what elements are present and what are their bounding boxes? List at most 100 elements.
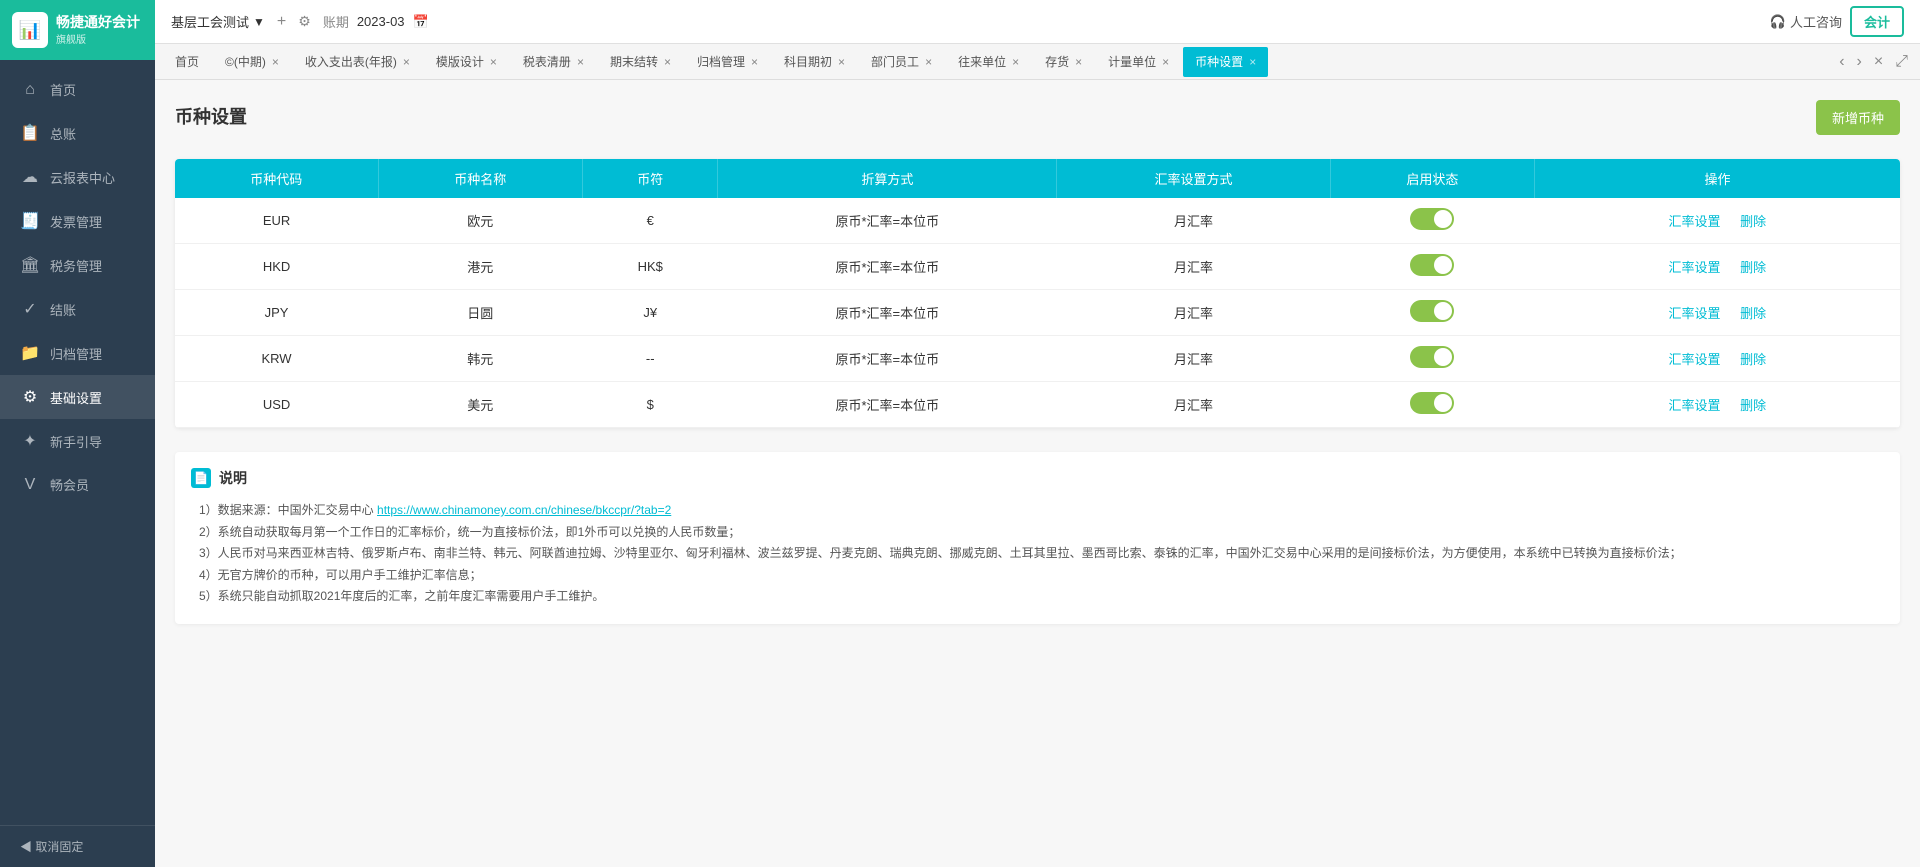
toggle-0[interactable] — [1410, 208, 1454, 230]
guide-icon: ✦ — [20, 431, 40, 451]
sidebar-item-guide-label: 新手引导 — [50, 432, 102, 451]
col-code: 币种代码 — [175, 159, 378, 198]
sidebar-item-member-label: 畅会员 — [50, 475, 89, 494]
delete-link-2[interactable]: 删除 — [1740, 306, 1766, 321]
rate-setting-link-3[interactable]: 汇率设置 — [1668, 352, 1720, 367]
tab-dept[interactable]: 部门员工 × — [859, 47, 944, 77]
tab-period-end-close[interactable]: × — [664, 55, 671, 69]
calendar-icon[interactable]: 📅 — [413, 14, 429, 30]
tab-tax-close[interactable]: × — [577, 55, 584, 69]
tab-mid-close[interactable]: × — [272, 55, 279, 69]
company-dropdown-icon[interactable]: ▼ — [253, 15, 265, 29]
rate-setting-link-1[interactable]: 汇率设置 — [1668, 260, 1720, 275]
toggle-2[interactable] — [1410, 300, 1454, 322]
cell-conversion-4: 原币*汇率=本位币 — [718, 382, 1057, 428]
toggle-3[interactable] — [1410, 346, 1454, 368]
cell-code-0: EUR — [175, 198, 378, 244]
tab-unit[interactable]: 计量单位 × — [1096, 47, 1181, 77]
notes-item-4: 5）系统只能自动抓取2021年度后的汇率，之前年度汇率需要用户手工维护。 — [199, 586, 1884, 608]
tab-currency[interactable]: 币种设置 × — [1183, 47, 1268, 77]
tab-dept-close[interactable]: × — [925, 55, 932, 69]
topbar-add-icon[interactable]: + — [277, 13, 286, 31]
tab-clients-close[interactable]: × — [1012, 55, 1019, 69]
tab-unit-close[interactable]: × — [1162, 55, 1169, 69]
cell-action-3: 汇率设置 删除 — [1535, 336, 1900, 382]
new-currency-button[interactable]: 新增币种 — [1816, 100, 1900, 135]
sidebar-item-reports[interactable]: ☁ 云报表中心 — [0, 155, 155, 199]
app-sub: 旗舰版 — [56, 31, 140, 46]
cell-status-3 — [1330, 336, 1534, 382]
delete-link-3[interactable]: 删除 — [1740, 352, 1766, 367]
sidebar-item-invoice[interactable]: 🧾 发票管理 — [0, 199, 155, 243]
tab-mid[interactable]: ©(中期) × — [213, 47, 291, 77]
tab-expand-icon[interactable]: ⤢ — [1891, 51, 1912, 73]
table-row: HKD 港元 HK$ 原币*汇率=本位币 月汇率 汇率设置 删除 — [175, 244, 1900, 290]
app-name: 畅捷通好会计 — [56, 14, 140, 31]
cell-symbol-0: € — [583, 198, 718, 244]
notes-title: 📄 说明 — [191, 468, 1884, 488]
sidebar-pin-toggle[interactable]: ◀ 取消固定 — [0, 825, 155, 867]
rate-setting-link-4[interactable]: 汇率设置 — [1668, 398, 1720, 413]
sidebar-item-tax[interactable]: 🏛 税务管理 — [0, 243, 155, 287]
sidebar-item-archive[interactable]: 📁 归档管理 — [0, 331, 155, 375]
sidebar-item-reports-label: 云报表中心 — [50, 168, 115, 187]
sidebar-item-member[interactable]: V 畅会员 — [0, 463, 155, 506]
tab-income-close[interactable]: × — [403, 55, 410, 69]
notes-item-2: 3）人民币对马来西亚林吉特、俄罗斯卢布、南非兰特、韩元、阿联酋迪拉姆、沙特里亚尔… — [199, 543, 1884, 565]
logo-icon: 📊 — [12, 12, 48, 48]
tabbar-nav: ‹ › × ⤢ — [1835, 51, 1912, 73]
tab-income[interactable]: 收入支出表(年报) × — [293, 47, 422, 77]
sidebar-item-guide[interactable]: ✦ 新手引导 — [0, 419, 155, 463]
tab-account-init-close[interactable]: × — [838, 55, 845, 69]
tab-period-end[interactable]: 期末结转 × — [598, 47, 683, 77]
cell-rate-4: 月汇率 — [1057, 382, 1330, 428]
topbar-period: 账期 2023-03 📅 — [323, 12, 429, 31]
tab-clients[interactable]: 往来单位 × — [946, 47, 1031, 77]
cell-code-1: HKD — [175, 244, 378, 290]
cell-code-4: USD — [175, 382, 378, 428]
tab-template[interactable]: 模版设计 × — [424, 47, 509, 77]
tabbar: 首页 ©(中期) × 收入支出表(年报) × 模版设计 × 税表清册 × 期末结… — [155, 44, 1920, 80]
tab-currency-close[interactable]: × — [1249, 55, 1256, 69]
sidebar-item-settings-label: 基础设置 — [50, 388, 102, 407]
tab-close-all-icon[interactable]: × — [1870, 51, 1887, 73]
cell-symbol-3: -- — [583, 336, 718, 382]
tab-prev-icon[interactable]: ‹ — [1835, 51, 1848, 73]
tab-template-close[interactable]: × — [490, 55, 497, 69]
toggle-1[interactable] — [1410, 254, 1454, 276]
cell-action-0: 汇率设置 删除 — [1535, 198, 1900, 244]
notes-link[interactable]: https://www.chinamoney.com.cn/chinese/bk… — [377, 503, 671, 517]
sidebar-item-home[interactable]: ⌂ 首页 — [0, 68, 155, 111]
sidebar-item-home-label: 首页 — [50, 80, 76, 99]
invoice-icon: 🧾 — [20, 211, 40, 231]
tab-archive-close[interactable]: × — [751, 55, 758, 69]
sidebar-item-close[interactable]: ✓ 结账 — [0, 287, 155, 331]
company-name[interactable]: 基层工会测试 ▼ — [171, 12, 265, 31]
rate-setting-link-0[interactable]: 汇率设置 — [1668, 214, 1720, 229]
tab-archive[interactable]: 归档管理 × — [685, 47, 770, 77]
topbar-right: 🎧 人工咨询 会计 — [1770, 6, 1904, 37]
delete-link-0[interactable]: 删除 — [1740, 214, 1766, 229]
sidebar-item-settings[interactable]: ⚙ 基础设置 — [0, 375, 155, 419]
tax-icon: 🏛 — [20, 255, 40, 275]
notes-section: 📄 说明 1）数据来源：中国外汇交易中心 https://www.chinamo… — [175, 452, 1900, 624]
rate-setting-link-2[interactable]: 汇率设置 — [1668, 306, 1720, 321]
sidebar-item-ledger[interactable]: 📋 总账 — [0, 111, 155, 155]
tab-next-icon[interactable]: › — [1853, 51, 1866, 73]
period-value: 2023-03 — [357, 14, 405, 29]
tab-inventory-close[interactable]: × — [1075, 55, 1082, 69]
tab-home[interactable]: 首页 — [163, 47, 211, 77]
period-label: 账期 — [323, 12, 349, 31]
tab-tax[interactable]: 税表清册 × — [511, 47, 596, 77]
cell-conversion-1: 原币*汇率=本位币 — [718, 244, 1057, 290]
account-button[interactable]: 会计 — [1850, 6, 1904, 37]
cell-action-2: 汇率设置 删除 — [1535, 290, 1900, 336]
tab-account-init[interactable]: 科目期初 × — [772, 47, 857, 77]
delete-link-1[interactable]: 删除 — [1740, 260, 1766, 275]
topbar-gear-icon[interactable]: ⚙ — [298, 13, 311, 30]
toggle-4[interactable] — [1410, 392, 1454, 414]
help-button[interactable]: 🎧 人工咨询 — [1770, 12, 1842, 31]
tab-inventory[interactable]: 存货 × — [1033, 47, 1094, 77]
cell-rate-0: 月汇率 — [1057, 198, 1330, 244]
delete-link-4[interactable]: 删除 — [1740, 398, 1766, 413]
